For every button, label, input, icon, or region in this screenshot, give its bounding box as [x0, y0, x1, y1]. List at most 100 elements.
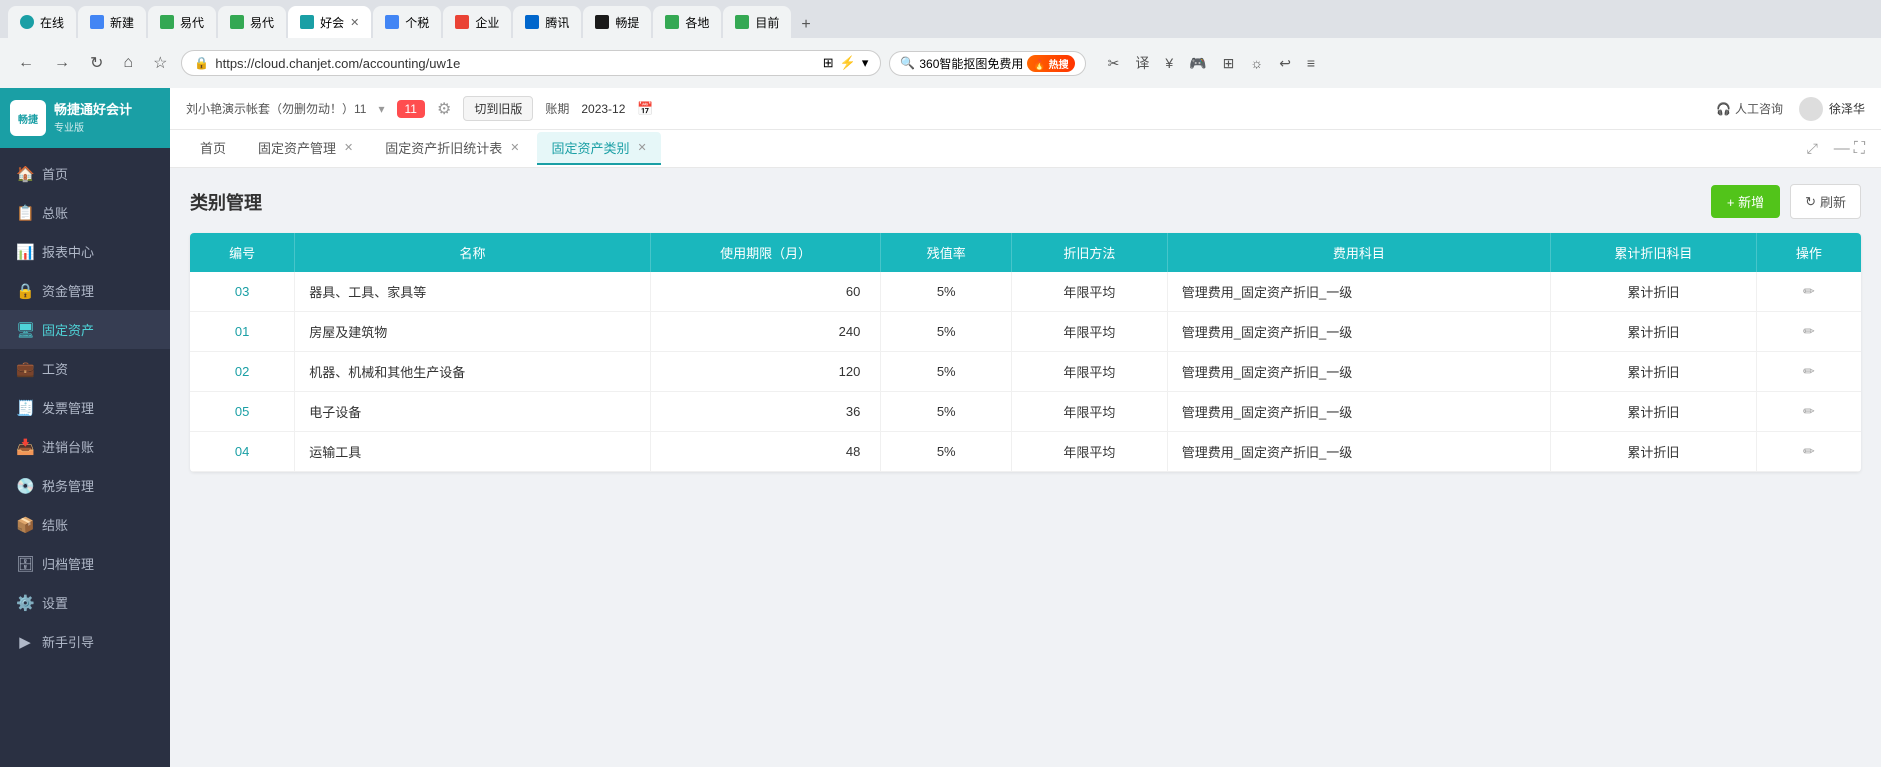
settings-small-icon[interactable]: ⚙	[437, 99, 451, 119]
page-title: 类别管理	[190, 189, 262, 215]
grid-icon[interactable]: ⊞	[1217, 51, 1241, 76]
window-maximize-icon[interactable]: ⛶	[1854, 140, 1865, 158]
cell-residual: 5%	[881, 312, 1012, 352]
table-row: 03 器具、工具、家具等 60 5% 年限平均 管理费用_固定资产折旧_一级 累…	[190, 272, 1861, 312]
expand-icon[interactable]: ▾	[378, 102, 384, 116]
tab-close-icon[interactable]: ✕	[350, 16, 359, 29]
support-button[interactable]: 🎧 人工咨询	[1716, 100, 1783, 117]
sidebar-item-home-label: 首页	[42, 164, 68, 183]
undo-icon[interactable]: ↩	[1273, 51, 1297, 76]
edit-icon[interactable]: ✏	[1803, 443, 1815, 459]
ledger-icon: 📋	[16, 204, 34, 222]
table-row: 04 运输工具 48 5% 年限平均 管理费用_固定资产折旧_一级 累计折旧 ✏	[190, 432, 1861, 472]
tab-fixed-mgmt[interactable]: 固定资产管理 ✕	[244, 132, 367, 165]
tab-fixed-mgmt-label: 固定资产管理	[258, 138, 336, 157]
wallet-icon[interactable]: ¥	[1159, 51, 1179, 75]
browser-toolbar-icons: ✂ 译 ¥ 🎮 ⊞ ☼ ↩ ≡	[1102, 49, 1321, 77]
bookmark-button[interactable]: ☆	[147, 49, 173, 77]
sidebar-item-archive[interactable]: 🗄 归档管理	[0, 544, 170, 583]
sidebar-item-fixed-assets[interactable]: 🖥 固定资产	[0, 310, 170, 349]
cell-method: 年限平均	[1012, 352, 1168, 392]
sidebar-item-stock[interactable]: 📥 进销台账	[0, 427, 170, 466]
sidebar-item-checkout[interactable]: 📦 结账	[0, 505, 170, 544]
user-company-info: 刘小艳演示帐套（勿删勿动！）11	[186, 100, 366, 117]
browser-tab-gedi[interactable]: 各地	[653, 6, 721, 38]
sidebar-item-settings-label: 设置	[42, 593, 68, 612]
brightness-icon[interactable]: ☼	[1244, 51, 1269, 75]
tab-fixed-mgmt-close[interactable]: ✕	[344, 141, 353, 154]
game-icon[interactable]: 🎮	[1183, 51, 1212, 76]
cut-icon[interactable]: ✂	[1102, 51, 1126, 76]
address-chevron-icon[interactable]: ▾	[862, 55, 869, 71]
browser-tab-yidai2[interactable]: 易代	[218, 6, 286, 38]
sidebar-item-ledger[interactable]: 📋 总账	[0, 193, 170, 232]
sidebar-item-funds-label: 资金管理	[42, 281, 94, 300]
switch-version-button[interactable]: 切到旧版	[463, 96, 533, 121]
tab-label: 畅提	[615, 14, 639, 31]
notification-count[interactable]: 11	[397, 100, 425, 118]
app-header: 刘小艳演示帐套（勿删勿动！）11 ▾ 11 ⚙ 切到旧版 账期 2023-12 …	[170, 88, 1881, 130]
search-box[interactable]: 🔍 360智能抠图免费用 🔥 热搜	[889, 51, 1085, 76]
sidebar-item-payroll[interactable]: 💼 工资	[0, 349, 170, 388]
forward-button[interactable]: →	[48, 50, 76, 76]
edit-icon[interactable]: ✏	[1803, 403, 1815, 419]
cell-accum-subject: 累计折旧	[1551, 392, 1757, 432]
translate-icon[interactable]: 译	[1129, 49, 1155, 77]
browser-tab-yidai1[interactable]: 易代	[148, 6, 216, 38]
tab-label: 企业	[475, 14, 499, 31]
fixed-assets-icon: 🖥	[16, 321, 34, 339]
sidebar-menu: 🏠 首页 📋 总账 📊 报表中心 🔒 资金管理 🖥 固定资产 💼 工资	[0, 148, 170, 767]
new-tab-button[interactable]: +	[793, 12, 818, 38]
browser-tab-changjie[interactable]: 畅提	[583, 6, 651, 38]
add-button[interactable]: + 新增	[1711, 185, 1780, 218]
cell-name: 运输工具	[295, 432, 651, 472]
sidebar-item-invoice[interactable]: 🧾 发票管理	[0, 388, 170, 427]
tab-depreciation-close[interactable]: ✕	[510, 141, 519, 154]
tab-expand-button[interactable]: ⤢	[1803, 136, 1822, 161]
headset-icon: 🎧	[1716, 102, 1731, 116]
col-header-accum: 累计折旧科目	[1551, 233, 1757, 272]
cell-period: 120	[650, 352, 881, 392]
window-minimize-icon[interactable]: —	[1834, 140, 1850, 158]
address-bar[interactable]: 🔒 https://cloud.chanjet.com/accounting/u…	[181, 50, 881, 76]
tab-category[interactable]: 固定资产类别 ✕	[537, 132, 660, 165]
refresh-button[interactable]: ↻ 刷新	[1790, 184, 1861, 219]
back-button[interactable]: ←	[12, 50, 40, 76]
browser-tab-tengxun[interactable]: 腾讯	[513, 6, 581, 38]
menu-icon[interactable]: ≡	[1301, 51, 1321, 75]
sidebar-item-reports[interactable]: 📊 报表中心	[0, 232, 170, 271]
sidebar-item-guide-label: 新手引导	[42, 632, 94, 651]
sidebar-logo: 畅捷	[10, 100, 46, 136]
calendar-icon[interactable]: 📅	[637, 101, 653, 117]
sidebar-item-guide[interactable]: ▶ 新手引导	[0, 622, 170, 661]
sidebar-item-funds[interactable]: 🔒 资金管理	[0, 271, 170, 310]
tab-category-close[interactable]: ✕	[638, 141, 647, 154]
browser-tab-gesui[interactable]: 个税	[373, 6, 441, 38]
sidebar-item-invoice-label: 发票管理	[42, 398, 94, 417]
user-avatar-area[interactable]: 徐泽华	[1799, 97, 1865, 121]
home-button[interactable]: ⌂	[117, 50, 139, 76]
sidebar-item-stock-label: 进销台账	[42, 437, 94, 456]
search-text: 360智能抠图免费用	[919, 55, 1023, 72]
tab-depreciation[interactable]: 固定资产折旧统计表 ✕	[371, 132, 533, 165]
edit-icon[interactable]: ✏	[1803, 323, 1815, 339]
col-header-method: 折旧方法	[1012, 233, 1168, 272]
tab-home[interactable]: 首页	[186, 132, 240, 165]
edit-icon[interactable]: ✏	[1803, 283, 1815, 299]
browser-tab-online[interactable]: 在线	[8, 6, 76, 38]
reload-button[interactable]: ↻	[84, 49, 109, 77]
page-tab-bar: 首页 固定资产管理 ✕ 固定资产折旧统计表 ✕ 固定资产类别 ✕ ⤢ — ⛶	[170, 130, 1881, 168]
browser-tab-qiye[interactable]: 企业	[443, 6, 511, 38]
sidebar: 畅捷 畅捷通好会计 专业版 🏠 首页 📋 总账 📊 报表中心 🔒 资金管	[0, 88, 170, 767]
cell-residual: 5%	[881, 352, 1012, 392]
sidebar-item-tax[interactable]: 💿 税务管理	[0, 466, 170, 505]
edit-icon[interactable]: ✏	[1803, 363, 1815, 379]
sidebar-item-home[interactable]: 🏠 首页	[0, 154, 170, 193]
sidebar-item-settings[interactable]: ⚙️ 设置	[0, 583, 170, 622]
browser-tab-haohui[interactable]: 好会 ✕	[288, 6, 371, 38]
cell-period: 240	[650, 312, 881, 352]
browser-tab-new[interactable]: 新建	[78, 6, 146, 38]
period-label: 账期	[545, 100, 569, 117]
browser-tab-muqian[interactable]: 目前	[723, 6, 791, 38]
invoice-icon: 🧾	[16, 399, 34, 417]
